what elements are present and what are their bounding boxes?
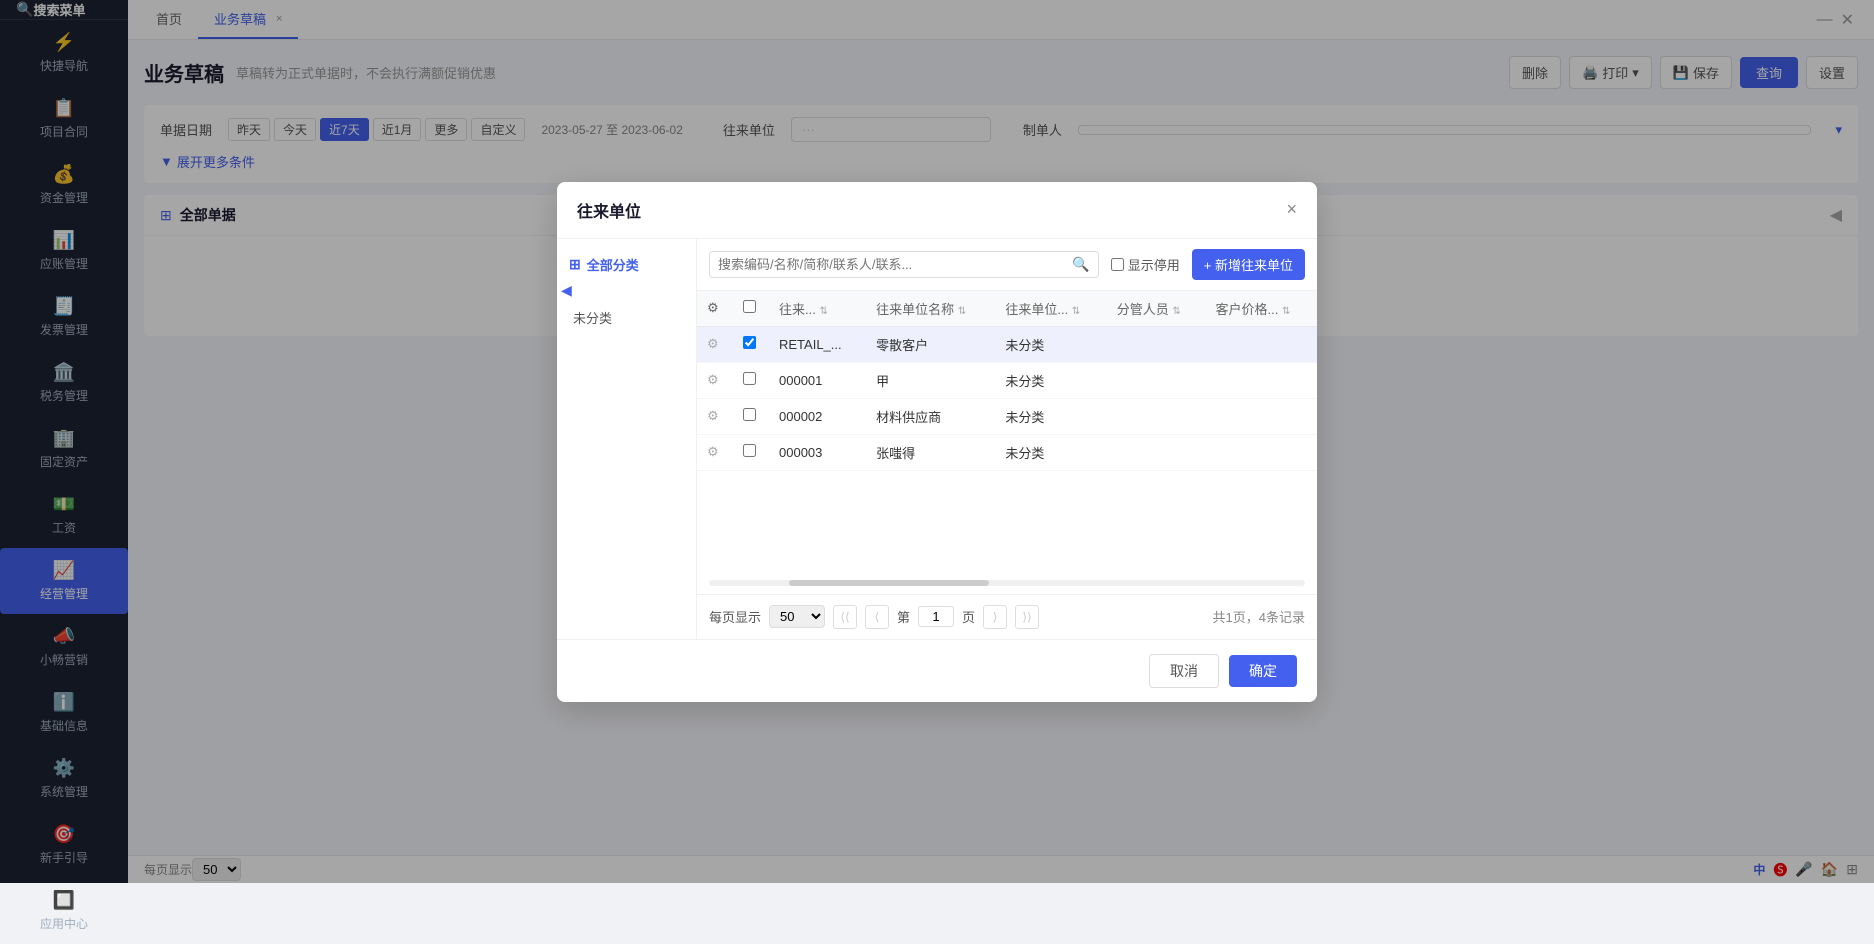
row-check-3[interactable] <box>733 398 769 434</box>
row-code-4: 000003 <box>769 434 866 470</box>
scrollbar-thumb[interactable] <box>789 580 989 586</box>
page-input[interactable] <box>918 606 954 627</box>
partner-search-box: 🔍 <box>709 251 1099 278</box>
row-code-1: RETAIL_... <box>769 326 866 362</box>
row-name-4: 张嗤得 <box>866 434 995 470</box>
dialog-close-button[interactable]: × <box>1286 199 1297 220</box>
category-header: ⊞ 全部分类 <box>557 247 696 282</box>
row-name-1: 零散客户 <box>866 326 995 362</box>
settings-th-icon[interactable]: ⚙ <box>707 300 719 315</box>
page-size-select[interactable]: 50 20 100 <box>769 605 825 628</box>
confirm-button[interactable]: 确定 <box>1229 655 1297 687</box>
category-panel: ⊞ 全部分类 ◀ 未分类 <box>557 239 697 639</box>
sidebar-item-app-center[interactable]: 🔲 应用中心 <box>0 878 128 944</box>
select-all-checkbox[interactable] <box>743 300 756 313</box>
row-category-2: 未分类 <box>995 362 1106 398</box>
partner-table: ⚙ 往来... ⇅ 往来单位名称 ⇅ 往来单位... ⇅ 分管人员 ⇅ 客户价格… <box>697 291 1317 471</box>
grid-small-icon: ⊞ <box>569 256 581 273</box>
show-disabled-checkbox[interactable]: 显示停用 <box>1111 255 1180 274</box>
table-row[interactable]: ⚙ RETAIL_... 零散客户 未分类 <box>697 326 1317 362</box>
row-check-2[interactable] <box>733 362 769 398</box>
row-code-3: 000002 <box>769 398 866 434</box>
th-check <box>733 291 769 327</box>
page-prev-button[interactable]: ⟨ <box>865 605 889 629</box>
row-sales-4 <box>1107 434 1206 470</box>
app-center-icon: 🔲 <box>53 890 75 911</box>
page-unit: 页 <box>962 607 975 626</box>
dialog-footer: 取消 确定 <box>557 639 1317 702</box>
row-settings-icon[interactable]: ⚙ <box>707 444 719 459</box>
row-name-3: 材料供应商 <box>866 398 995 434</box>
row-settings-icon[interactable]: ⚙ <box>707 408 719 423</box>
row-settings-3[interactable]: ⚙ <box>697 398 733 434</box>
row-price-2 <box>1206 362 1318 398</box>
partner-dialog: 往来单位 × ⊞ 全部分类 ◀ 未分类 <box>557 182 1317 702</box>
category-item-unclassified[interactable]: 未分类 <box>557 300 696 335</box>
cancel-button[interactable]: 取消 <box>1149 654 1219 688</box>
page-size-label: 每页显示 <box>709 607 761 626</box>
row-sales-1 <box>1107 326 1206 362</box>
row-category-3: 未分类 <box>995 398 1106 434</box>
page-last-button[interactable]: ⟩⟩ <box>1015 605 1039 629</box>
row-category-4: 未分类 <box>995 434 1106 470</box>
th-name: 往来单位名称 ⇅ <box>866 291 995 327</box>
modal-overlay: 往来单位 × ⊞ 全部分类 ◀ 未分类 <box>0 0 1874 883</box>
row-check-1[interactable] <box>733 326 769 362</box>
table-row[interactable]: ⚙ 000002 材料供应商 未分类 <box>697 398 1317 434</box>
row-settings-icon[interactable]: ⚙ <box>707 336 719 351</box>
page-next-button[interactable]: ⟩ <box>983 605 1007 629</box>
row-checkbox-3[interactable] <box>743 408 756 421</box>
partner-search-input[interactable] <box>718 257 1066 272</box>
page-first-button[interactable]: ⟨⟨ <box>833 605 857 629</box>
th-code: 往来... ⇅ <box>769 291 866 327</box>
show-disabled-check[interactable] <box>1111 258 1124 271</box>
horizontal-scrollbar[interactable] <box>709 580 1305 586</box>
row-settings-4[interactable]: ⚙ <box>697 434 733 470</box>
dialog-pagination: 每页显示 50 20 100 ⟨⟨ ⟨ 第 页 ⟩ ⟩⟩ 共1页，4条记录 <box>697 594 1317 639</box>
row-category-1: 未分类 <box>995 326 1106 362</box>
dialog-body: ⊞ 全部分类 ◀ 未分类 🔍 显示停用 <box>557 239 1317 639</box>
dialog-header: 往来单位 × <box>557 182 1317 239</box>
search-icon: 🔍 <box>1072 256 1089 273</box>
th-settings: ⚙ <box>697 291 733 327</box>
row-code-2: 000001 <box>769 362 866 398</box>
row-settings-2[interactable]: ⚙ <box>697 362 733 398</box>
row-sales-2 <box>1107 362 1206 398</box>
partner-list-panel: 🔍 显示停用 + 新增往来单位 ⚙ <box>697 239 1317 639</box>
add-partner-button[interactable]: + 新增往来单位 <box>1192 249 1305 280</box>
row-settings-1[interactable]: ⚙ <box>697 326 733 362</box>
dialog-title: 往来单位 <box>577 198 641 222</box>
row-checkbox-2[interactable] <box>743 372 756 385</box>
row-name-2: 甲 <box>866 362 995 398</box>
row-checkbox-1[interactable] <box>743 336 756 349</box>
table-row[interactable]: ⚙ 000003 张嗤得 未分类 <box>697 434 1317 470</box>
row-sales-3 <box>1107 398 1206 434</box>
row-price-3 <box>1206 398 1318 434</box>
table-row[interactable]: ⚙ 000001 甲 未分类 <box>697 362 1317 398</box>
th-category: 往来单位... ⇅ <box>995 291 1106 327</box>
row-settings-icon[interactable]: ⚙ <box>707 372 719 387</box>
partner-toolbar: 🔍 显示停用 + 新增往来单位 <box>697 239 1317 291</box>
row-price-4 <box>1206 434 1318 470</box>
row-price-1 <box>1206 326 1318 362</box>
row-checkbox-4[interactable] <box>743 444 756 457</box>
total-info: 共1页，4条记录 <box>1213 607 1305 626</box>
th-price: 客户价格... ⇅ <box>1206 291 1318 327</box>
th-sales: 分管人员 ⇅ <box>1107 291 1206 327</box>
row-check-4[interactable] <box>733 434 769 470</box>
collapse-left-icon[interactable]: ◀ <box>557 278 576 302</box>
page-label-pre: 第 <box>897 607 910 626</box>
partner-table-wrapper: ⚙ 往来... ⇅ 往来单位名称 ⇅ 往来单位... ⇅ 分管人员 ⇅ 客户价格… <box>697 291 1317 580</box>
